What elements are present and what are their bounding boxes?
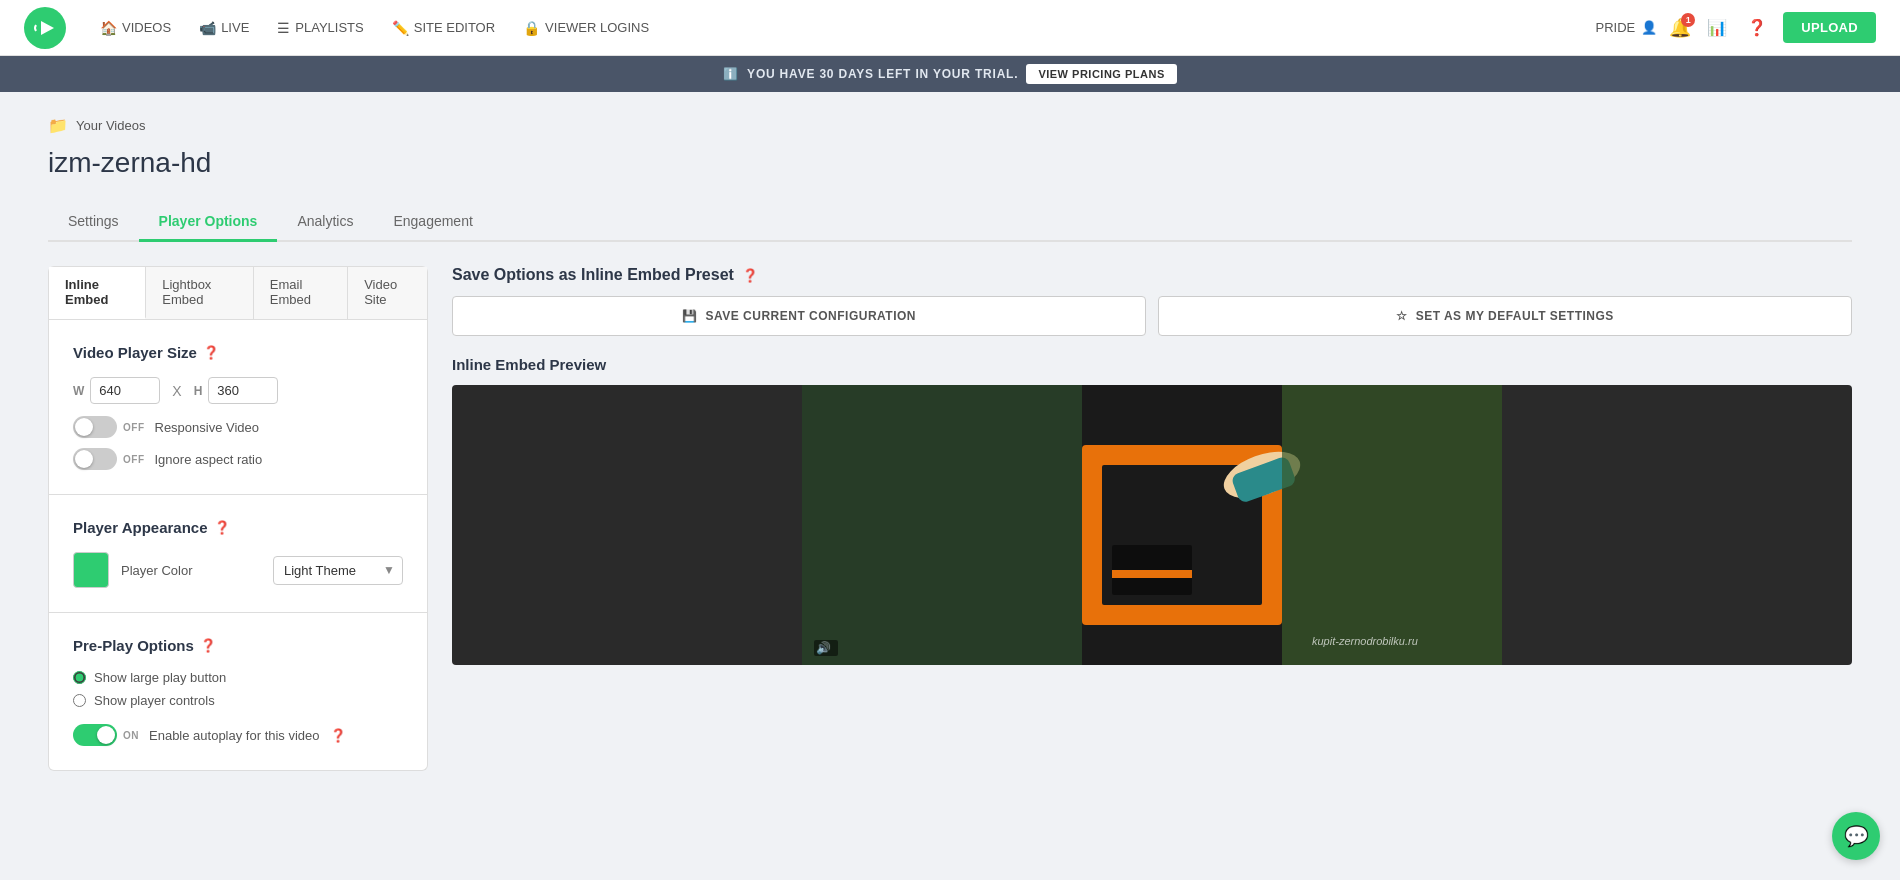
- main-layout: Inline Embed Lightbox Embed Email Embed …: [48, 266, 1852, 771]
- width-input[interactable]: [90, 377, 160, 404]
- autoplay-knob: [97, 726, 115, 744]
- radio-player-controls-input[interactable]: [73, 694, 86, 707]
- height-input-group: H: [194, 377, 279, 404]
- aspect-ratio-toggle[interactable]: OFF: [73, 448, 145, 470]
- autoplay-toggle[interactable]: ON: [73, 724, 139, 746]
- view-pricing-plans-button[interactable]: VIEW PRICING PLANS: [1026, 64, 1176, 84]
- folder-icon: 📁: [48, 116, 68, 135]
- autoplay-switch[interactable]: [73, 724, 117, 746]
- pre-play-title: Pre-Play Options ❓: [73, 637, 403, 654]
- edit-icon: ✏️: [392, 20, 409, 36]
- radio-group: Show large play button Show player contr…: [73, 670, 403, 708]
- save-title: Save Options as Inline Embed Preset ❓: [452, 266, 1852, 284]
- video-preview: kupit-zernodrobilku.ru 🔊: [452, 385, 1852, 665]
- responsive-toggle[interactable]: OFF: [73, 416, 145, 438]
- radio-large-play[interactable]: Show large play button: [73, 670, 403, 685]
- page-content: 📁 Your Videos izm-zerna-hd Settings Play…: [0, 92, 1900, 795]
- preview-title: Inline Embed Preview: [452, 356, 1852, 373]
- preplay-help-icon[interactable]: ❓: [200, 638, 216, 653]
- tab-settings[interactable]: Settings: [48, 203, 139, 242]
- aspect-ratio-switch[interactable]: [73, 448, 117, 470]
- aspect-ratio-knob: [75, 450, 93, 468]
- responsive-toggle-row: OFF Responsive Video: [73, 416, 403, 438]
- size-inputs-row: W X H: [73, 377, 403, 404]
- nav-playlists[interactable]: ☰ PLAYLISTS: [267, 14, 373, 42]
- theme-select-wrapper: Light Theme Dark Theme ▼: [273, 556, 403, 585]
- left-panel: Inline Embed Lightbox Embed Email Embed …: [48, 266, 428, 771]
- theme-select[interactable]: Light Theme Dark Theme: [273, 556, 403, 585]
- embed-tab-lightbox[interactable]: Lightbox Embed: [146, 267, 254, 319]
- responsive-knob: [75, 418, 93, 436]
- nav-videos[interactable]: 🏠 VIDEOS: [90, 14, 181, 42]
- player-appearance-title: Player Appearance ❓: [73, 519, 403, 536]
- help-icon[interactable]: ❓: [1743, 14, 1771, 41]
- save-current-config-button[interactable]: 💾 SAVE CURRENT CONFIGURATION: [452, 296, 1146, 336]
- height-input[interactable]: [208, 377, 278, 404]
- tabs: Settings Player Options Analytics Engage…: [48, 203, 1852, 242]
- autoplay-help-icon[interactable]: ❓: [330, 728, 346, 743]
- nav-site-editor[interactable]: ✏️ SITE EDITOR: [382, 14, 505, 42]
- tab-player-options[interactable]: Player Options: [139, 203, 278, 242]
- save-buttons: 💾 SAVE CURRENT CONFIGURATION ☆ SET AS MY…: [452, 296, 1852, 336]
- svg-rect-8: [802, 385, 1082, 665]
- width-input-group: W: [73, 377, 160, 404]
- save-help-icon[interactable]: ❓: [742, 268, 758, 283]
- video-player-size-title: Video Player Size ❓: [73, 344, 403, 361]
- navbar: 🏠 VIDEOS 📹 LIVE ☰ PLAYLISTS ✏️ SITE EDIT…: [0, 0, 1900, 56]
- notifications-button[interactable]: 🔔 1: [1669, 17, 1691, 39]
- info-icon: ℹ️: [723, 67, 739, 81]
- user-icon: 👤: [1641, 20, 1657, 35]
- size-divider: X: [172, 383, 181, 399]
- embed-tab-email[interactable]: Email Embed: [254, 267, 348, 319]
- responsive-switch[interactable]: [73, 416, 117, 438]
- upload-button[interactable]: UPLOAD: [1783, 12, 1876, 43]
- pre-play-options-section: Pre-Play Options ❓ Show large play butto…: [48, 613, 428, 771]
- pride-button[interactable]: PRIDE 👤: [1596, 20, 1658, 35]
- set-default-button[interactable]: ☆ SET AS MY DEFAULT SETTINGS: [1158, 296, 1852, 336]
- trial-bar: ℹ️ YOU HAVE 30 DAYS LEFT IN YOUR TRIAL. …: [0, 56, 1900, 92]
- right-panel: Save Options as Inline Embed Preset ❓ 💾 …: [452, 266, 1852, 771]
- playlist-icon: ☰: [277, 20, 290, 36]
- page-title: izm-zerna-hd: [48, 147, 1852, 179]
- player-appearance-section: Player Appearance ❓ Player Color Light T…: [48, 495, 428, 613]
- breadcrumb: 📁 Your Videos: [48, 116, 1852, 135]
- color-row: Player Color Light Theme Dark Theme ▼: [73, 552, 403, 588]
- save-icon: 💾: [682, 309, 698, 323]
- analytics-icon[interactable]: 📊: [1703, 14, 1731, 41]
- nav-viewer-logins[interactable]: 🔒 VIEWER LOGINS: [513, 14, 659, 42]
- star-icon: ☆: [1396, 309, 1408, 323]
- embed-tabs: Inline Embed Lightbox Embed Email Embed …: [48, 266, 428, 319]
- appearance-help-icon[interactable]: ❓: [214, 520, 230, 535]
- tab-analytics[interactable]: Analytics: [277, 203, 373, 242]
- radio-large-play-input[interactable]: [73, 671, 86, 684]
- tab-engagement[interactable]: Engagement: [373, 203, 492, 242]
- video-player-size-section: Video Player Size ❓ W X H: [48, 319, 428, 495]
- home-icon: 🏠: [100, 20, 117, 36]
- save-section: Save Options as Inline Embed Preset ❓ 💾 …: [452, 266, 1852, 336]
- color-swatch[interactable]: [73, 552, 109, 588]
- video-frame-svg: kupit-zernodrobilku.ru 🔊: [452, 385, 1852, 665]
- nav-live[interactable]: 📹 LIVE: [189, 14, 259, 42]
- nav-links: 🏠 VIDEOS 📹 LIVE ☰ PLAYLISTS ✏️ SITE EDIT…: [90, 14, 1596, 42]
- live-icon: 📹: [199, 20, 216, 36]
- svg-text:kupit-zernodrobilku.ru: kupit-zernodrobilku.ru: [1312, 635, 1418, 647]
- preview-section: Inline Embed Preview: [452, 356, 1852, 665]
- radio-player-controls[interactable]: Show player controls: [73, 693, 403, 708]
- autoplay-row: ON Enable autoplay for this video ❓: [73, 724, 403, 746]
- svg-rect-9: [1282, 385, 1502, 665]
- embed-tab-inline[interactable]: Inline Embed: [49, 267, 146, 319]
- svg-rect-5: [1112, 570, 1192, 578]
- logo[interactable]: [24, 7, 66, 49]
- lock-icon: 🔒: [523, 20, 540, 36]
- svg-text:🔊: 🔊: [816, 640, 831, 655]
- embed-tab-video-site[interactable]: Video Site: [348, 267, 427, 319]
- size-help-icon[interactable]: ❓: [203, 345, 219, 360]
- aspect-ratio-toggle-row: OFF Ignore aspect ratio: [73, 448, 403, 470]
- nav-right: PRIDE 👤 🔔 1 📊 ❓ UPLOAD: [1596, 12, 1876, 43]
